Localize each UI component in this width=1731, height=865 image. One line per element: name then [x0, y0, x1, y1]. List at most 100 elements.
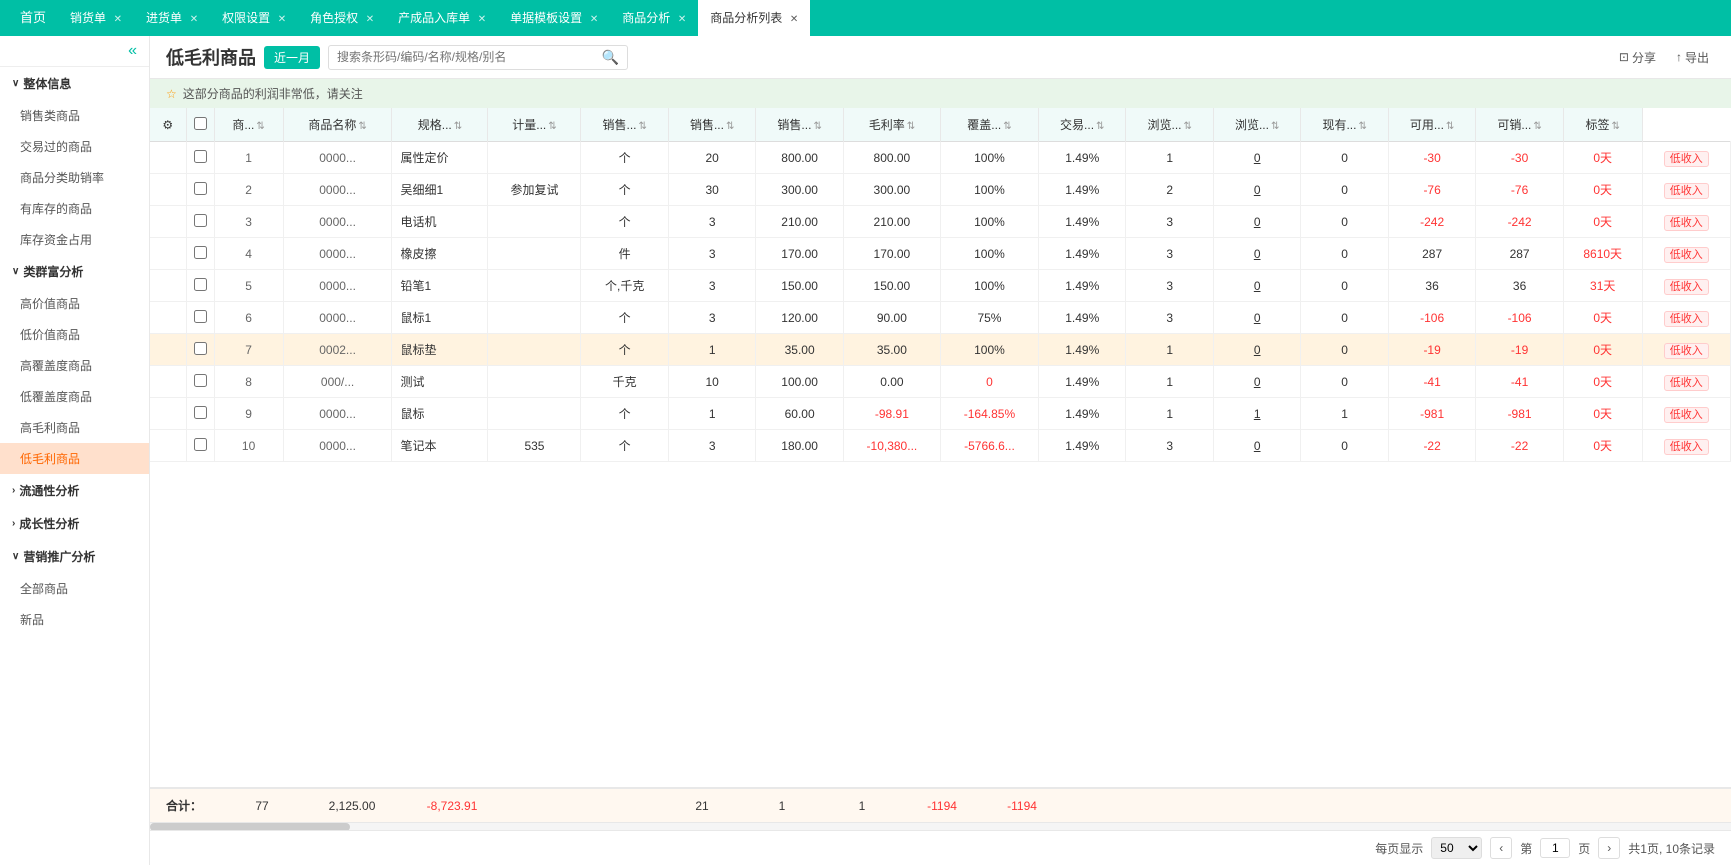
nav-close-template[interactable]: ✕ [590, 14, 598, 25]
row-browse1[interactable]: 0 [1213, 238, 1300, 270]
nav-product-analysis[interactable]: 商品分析 ✕ [610, 0, 698, 36]
nav-product-entry[interactable]: 产成品入库单 ✕ [386, 0, 498, 36]
row-checkbox-cell[interactable] [186, 206, 214, 238]
row-browse1[interactable]: 1 [1213, 398, 1300, 430]
row-checkbox-cell[interactable] [186, 334, 214, 366]
sidebar-item-high-coverage[interactable]: 高覆盖度商品 [0, 350, 149, 381]
row-checkbox-cell[interactable] [186, 142, 214, 174]
col-name[interactable]: 商品名称⇅ [283, 108, 392, 142]
col-transaction[interactable]: 交易...⇅ [1039, 108, 1126, 142]
row-checkbox[interactable] [194, 438, 207, 451]
nav-close-product-analysis[interactable]: ✕ [678, 14, 686, 25]
row-name[interactable]: 属性定价 [392, 142, 488, 174]
sidebar-item-traded-products[interactable]: 交易过的商品 [0, 131, 149, 162]
row-checkbox-cell[interactable] [186, 270, 214, 302]
nav-close-purchase[interactable]: ✕ [190, 14, 198, 25]
nav-sales[interactable]: 销货单 ✕ [58, 0, 134, 36]
row-checkbox-cell[interactable] [186, 238, 214, 270]
col-sales-price[interactable]: 销售...⇅ [668, 108, 755, 142]
row-name[interactable]: 橡皮擦 [392, 238, 488, 270]
sidebar-group-growth[interactable]: › 成长性分析 [0, 507, 149, 540]
nav-permissions[interactable]: 权限设置 ✕ [210, 0, 298, 36]
per-page-select[interactable]: 50 100 200 [1431, 837, 1482, 859]
row-checkbox[interactable] [194, 310, 207, 323]
nav-close-product-analysis-list[interactable]: ✕ [790, 14, 798, 25]
export-button[interactable]: ↑ 导出 [1670, 46, 1715, 69]
sidebar-group-liquidity[interactable]: › 流通性分析 [0, 474, 149, 507]
select-all-checkbox[interactable] [194, 117, 207, 130]
nav-roles[interactable]: 角色授权 ✕ [298, 0, 386, 36]
col-browse1[interactable]: 浏览...⇅ [1126, 108, 1213, 142]
sidebar-item-in-stock-products[interactable]: 有库存的商品 [0, 193, 149, 224]
nav-close-roles[interactable]: ✕ [366, 14, 374, 25]
row-checkbox[interactable] [194, 182, 207, 195]
col-available[interactable]: 可用...⇅ [1388, 108, 1475, 142]
nav-close-product-entry[interactable]: ✕ [478, 14, 486, 25]
search-input[interactable] [337, 50, 602, 64]
sidebar-item-high-margin[interactable]: 高毛利商品 [0, 412, 149, 443]
scrollbar-area[interactable] [150, 822, 1731, 830]
col-checkbox[interactable] [186, 108, 214, 142]
row-browse1[interactable]: 0 [1213, 334, 1300, 366]
sidebar-item-sales-products[interactable]: 销售类商品 [0, 100, 149, 131]
nav-template[interactable]: 单据模板设置 ✕ [498, 0, 610, 36]
row-checkbox-cell[interactable] [186, 302, 214, 334]
row-checkbox-cell[interactable] [186, 430, 214, 462]
row-checkbox[interactable] [194, 278, 207, 291]
nav-home[interactable]: 首页 [8, 0, 58, 36]
row-name[interactable]: 笔记本 [392, 430, 488, 462]
row-checkbox[interactable] [194, 342, 207, 355]
row-checkbox[interactable] [194, 374, 207, 387]
search-icon[interactable]: 🔍 [602, 49, 619, 66]
nav-close-permissions[interactable]: ✕ [278, 14, 286, 25]
sidebar-item-low-margin[interactable]: 低毛利商品 [0, 443, 149, 474]
row-browse1[interactable]: 0 [1213, 206, 1300, 238]
row-checkbox-cell[interactable] [186, 174, 214, 206]
row-browse1[interactable]: 0 [1213, 142, 1300, 174]
row-name[interactable]: 铅笔1 [392, 270, 488, 302]
sidebar-item-low-value[interactable]: 低价值商品 [0, 319, 149, 350]
col-saleable[interactable]: 可销...⇅ [1476, 108, 1563, 142]
sidebar-item-category-sales-rate[interactable]: 商品分类助销率 [0, 162, 149, 193]
row-name[interactable]: 电话机 [392, 206, 488, 238]
row-checkbox[interactable] [194, 150, 207, 163]
row-name[interactable]: 鼠标1 [392, 302, 488, 334]
row-checkbox[interactable] [194, 406, 207, 419]
col-tag[interactable]: 标签⇅ [1563, 108, 1642, 142]
col-sales-amount[interactable]: 销售...⇅ [756, 108, 843, 142]
nav-product-analysis-list[interactable]: 商品分析列表 ✕ [698, 0, 810, 36]
page-number-input[interactable] [1540, 838, 1570, 858]
sidebar-group-marketing[interactable]: ∨ 营销推广分析 [0, 540, 149, 573]
nav-close-sales[interactable]: ✕ [114, 14, 122, 25]
row-checkbox[interactable] [194, 214, 207, 227]
sidebar-item-all-products[interactable]: 全部商品 [0, 573, 149, 604]
col-browse2[interactable]: 浏览...⇅ [1213, 108, 1300, 142]
prev-page-btn[interactable]: ‹ [1490, 837, 1512, 859]
row-browse1[interactable]: 0 [1213, 430, 1300, 462]
col-gross-margin[interactable]: 毛利率⇅ [843, 108, 940, 142]
sidebar-item-new-products[interactable]: 新品 [0, 604, 149, 635]
row-browse1[interactable]: 0 [1213, 174, 1300, 206]
row-browse1[interactable]: 0 [1213, 366, 1300, 398]
col-sales-qty[interactable]: 销售...⇅ [581, 108, 668, 142]
row-name[interactable]: 鼠标 [392, 398, 488, 430]
row-checkbox-cell[interactable] [186, 366, 214, 398]
share-button[interactable]: ⊡ 分享 [1613, 46, 1662, 69]
sidebar-collapse-btn[interactable]: « [0, 36, 149, 67]
row-name[interactable]: 鼠标垫 [392, 334, 488, 366]
row-browse1[interactable]: 0 [1213, 302, 1300, 334]
row-checkbox[interactable] [194, 246, 207, 259]
row-name[interactable]: 测试 [392, 366, 488, 398]
col-settings[interactable]: ⚙ [150, 108, 186, 142]
sidebar-group-overall[interactable]: ∨ 整体信息 [0, 67, 149, 100]
col-code[interactable]: 商...⇅ [214, 108, 283, 142]
col-coverage[interactable]: 覆盖...⇅ [940, 108, 1038, 142]
sidebar-item-low-coverage[interactable]: 低覆盖度商品 [0, 381, 149, 412]
nav-purchase[interactable]: 进货单 ✕ [134, 0, 210, 36]
next-page-btn[interactable]: › [1598, 837, 1620, 859]
row-name[interactable]: 吴细细1 [392, 174, 488, 206]
col-current-stock[interactable]: 现有...⇅ [1301, 108, 1388, 142]
sidebar-group-cluster[interactable]: ∨ 类群富分析 [0, 255, 149, 288]
col-spec[interactable]: 规格...⇅ [392, 108, 488, 142]
sidebar-item-stock-capital[interactable]: 库存资金占用 [0, 224, 149, 255]
